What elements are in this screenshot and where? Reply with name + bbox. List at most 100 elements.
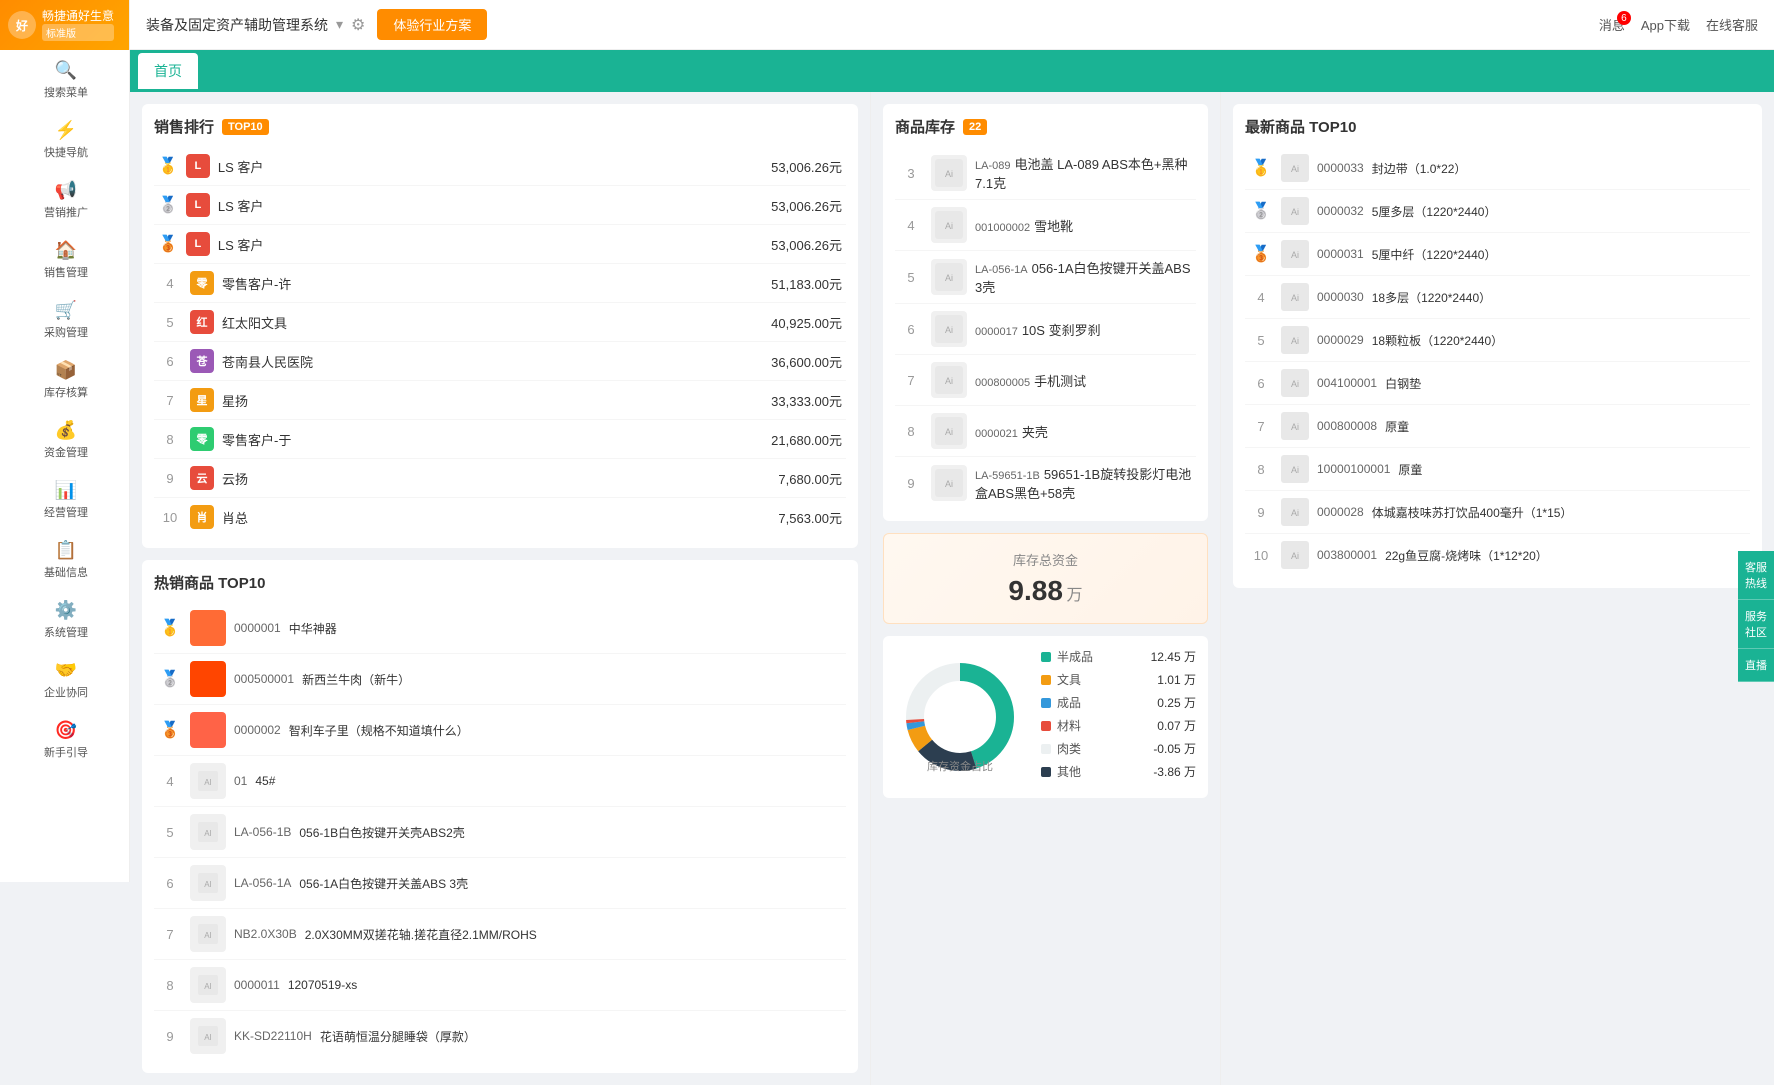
hot-product-code: LA-056-1B — [234, 825, 291, 839]
stock-total-label: 库存总资金 — [900, 550, 1191, 569]
svg-text:Ai: Ai — [1291, 551, 1299, 561]
svg-text:Ai: Ai — [945, 427, 953, 437]
sales-ranking-row: 5 红 红太阳文具 40,925.00元 — [154, 303, 846, 342]
hot-product-row: 5 AI LA-056-1B 056-1B白色按键开关壳ABS2壳 — [154, 807, 846, 858]
sidebar-newbie-label: 新手引导 — [44, 744, 88, 760]
app-download[interactable]: App下载 — [1641, 15, 1690, 34]
customer-name: 零售客户-许 — [222, 274, 771, 293]
np-product-name: 18颗粒板（1220*2440） — [1372, 332, 1746, 349]
sidebar-item-operations[interactable]: 📊 经营管理 — [0, 470, 129, 530]
sidebar-finance-label: 资金管理 — [44, 444, 88, 460]
np-product-name: 5厘多层（1220*2440） — [1372, 203, 1746, 220]
tab-home[interactable]: 首页 — [138, 53, 198, 89]
hot-rank-num: 6 — [158, 876, 182, 891]
inventory-icon: 📦 — [55, 360, 77, 381]
newbie-icon: 🎯 — [55, 720, 77, 741]
customer-amount: 21,680.00元 — [771, 430, 842, 449]
legend-item: 成品 0.25 万 — [1041, 694, 1196, 711]
inv-product-placeholder: Ai — [931, 465, 967, 501]
inv-product-info: 0000021夹壳 — [975, 422, 1192, 441]
inv-product-info: 001000002雪地靴 — [975, 216, 1192, 235]
legend-name: 文具 — [1057, 671, 1151, 688]
hot-product-name: 2.0X30MM双搓花轴.搓花直径2.1MM/ROHS — [305, 926, 842, 943]
sidebar: 好 畅捷通好生意 标准版 🔍 搜索菜单 ⚡ 快捷导航 📢 营销推广 🏠 销售管理… — [0, 0, 130, 882]
sidebar-sales-label: 销售管理 — [44, 264, 88, 280]
new-product-row: 🥈 Ai 0000032 5厘多层（1220*2440） — [1245, 190, 1750, 233]
collaboration-icon: 🤝 — [55, 660, 77, 681]
online-service[interactable]: 在线客服 — [1706, 15, 1758, 34]
new-product-row: 8 Ai 10000100001 原童 — [1245, 448, 1750, 491]
sidebar-item-base[interactable]: 📋 基础信息 — [0, 530, 129, 590]
system-name-text: 装备及固定资产辅助管理系统 — [146, 15, 328, 35]
hot-product-img — [190, 661, 226, 697]
sales-ranking-row: 🥈 L LS 客户 53,006.26元 — [154, 186, 846, 225]
hot-product-code: 0000011 — [234, 978, 280, 992]
floating-live[interactable]: 直播 — [1738, 649, 1774, 682]
sidebar-item-search[interactable]: 🔍 搜索菜单 — [0, 50, 129, 110]
stock-value-number: 9.88 — [1008, 575, 1063, 606]
hot-product-row: 9 AI KK-SD22110H 花语萌恒温分腿睡袋（厚款） — [154, 1011, 846, 1061]
np-product-name: 5厘中纤（1220*2440） — [1372, 246, 1746, 263]
legend-name: 肉类 — [1057, 740, 1147, 757]
sidebar-item-collaboration[interactable]: 🤝 企业协同 — [0, 650, 129, 710]
dropdown-icon[interactable]: ▾ — [336, 16, 343, 33]
new-product-row: 10 Ai 003800001 22g鱼豆腐-烧烤味（1*12*20） — [1245, 534, 1750, 576]
customer-amount: 53,006.26元 — [771, 196, 842, 215]
sidebar-nav: 🔍 搜索菜单 ⚡ 快捷导航 📢 营销推广 🏠 销售管理 🛒 采购管理 📦 库存核… — [0, 50, 129, 882]
sales-ranking-row: 🥉 L LS 客户 53,006.26元 — [154, 225, 846, 264]
floating-customer-service[interactable]: 客服热线 — [1738, 551, 1774, 600]
quicknav-icon: ⚡ — [55, 120, 77, 141]
svg-text:Ai: Ai — [945, 221, 953, 231]
new-product-row: 🥉 Ai 0000031 5厘中纤（1220*2440） — [1245, 233, 1750, 276]
customer-name: LS 客户 — [218, 157, 771, 176]
np-product-code: 003800001 — [1317, 548, 1377, 562]
inv-product-info: LA-056-1A056-1A白色按键开关盖ABS 3壳 — [975, 258, 1192, 296]
nav-tabs: 首页 — [130, 50, 1774, 92]
topbar-system-name: 装备及固定资产辅助管理系统 ▾ ⚙ — [146, 15, 365, 35]
hot-product-row: 7 AI NB2.0X30B 2.0X30MM双搓花轴.搓花直径2.1MM/RO… — [154, 909, 846, 960]
floating-community[interactable]: 服务社区 — [1738, 600, 1774, 649]
inv-rank-num: 6 — [899, 322, 923, 337]
floating-buttons: 客服热线 服务社区 直播 — [1738, 551, 1774, 682]
np-product-name: 白钢垫 — [1385, 375, 1746, 392]
sidebar-item-newbie[interactable]: 🎯 新手引导 — [0, 710, 129, 770]
hot-product-placeholder: AI — [190, 865, 226, 901]
customer-name: LS 客户 — [218, 196, 771, 215]
sidebar-item-marketing[interactable]: 📢 营销推广 — [0, 170, 129, 230]
hot-product-name: 45# — [255, 774, 842, 788]
inventory-row: 7 Ai 000800005手机测试 — [895, 355, 1196, 406]
np-product-code: 000800008 — [1317, 419, 1377, 433]
trial-button[interactable]: 体验行业方案 — [377, 9, 487, 40]
np-rank-num: 4 — [1249, 290, 1273, 305]
sidebar-item-system[interactable]: ⚙️ 系统管理 — [0, 590, 129, 650]
sidebar-item-quicknav[interactable]: ⚡ 快捷导航 — [0, 110, 129, 170]
hot-product-placeholder: AI — [190, 763, 226, 799]
sidebar-item-sales[interactable]: 🏠 销售管理 — [0, 230, 129, 290]
sidebar-operations-label: 经营管理 — [44, 504, 88, 520]
np-product-code: 004100001 — [1317, 376, 1377, 390]
np-product-img: Ai — [1281, 197, 1309, 225]
hot-product-code: KK-SD22110H — [234, 1029, 312, 1043]
sidebar-item-finance[interactable]: 💰 资金管理 — [0, 410, 129, 470]
customer-icon: 云 — [190, 466, 214, 490]
hot-products-title: 热销商品 TOP10 — [154, 572, 846, 593]
gear-icon[interactable]: ⚙ — [351, 15, 365, 35]
sales-ranking-row: 6 苍 苍南县人民医院 36,600.00元 — [154, 342, 846, 381]
hot-product-code: 01 — [234, 774, 247, 788]
sales-ranking-row: 9 云 云扬 7,680.00元 — [154, 459, 846, 498]
marketing-icon: 📢 — [55, 180, 77, 201]
legend-name: 成品 — [1057, 694, 1151, 711]
hot-products-rows: 🥇 0000001 中华神器 🥈 000500001 新西兰牛肉（新牛） 🥉 0… — [154, 603, 846, 1061]
sales-ranking-card: 销售排行 TOP10 🥇 L LS 客户 53,006.26元 🥈 L LS 客… — [142, 104, 858, 548]
sidebar-item-inventory[interactable]: 📦 库存核算 — [0, 350, 129, 410]
sidebar-item-purchase[interactable]: 🛒 采购管理 — [0, 290, 129, 350]
hot-product-name: 12070519-xs — [288, 978, 842, 992]
customer-amount: 53,006.26元 — [771, 157, 842, 176]
messages-badge[interactable]: 消息 6 — [1599, 15, 1625, 34]
new-product-row: 5 Ai 0000029 18颗粒板（1220*2440） — [1245, 319, 1750, 362]
hot-product-code: 0000001 — [234, 621, 281, 635]
hot-rank-num: 7 — [158, 927, 182, 942]
legend-color — [1041, 652, 1051, 662]
chart-label: 库存资金占比 — [927, 758, 993, 774]
inv-product-placeholder: Ai — [931, 259, 967, 295]
